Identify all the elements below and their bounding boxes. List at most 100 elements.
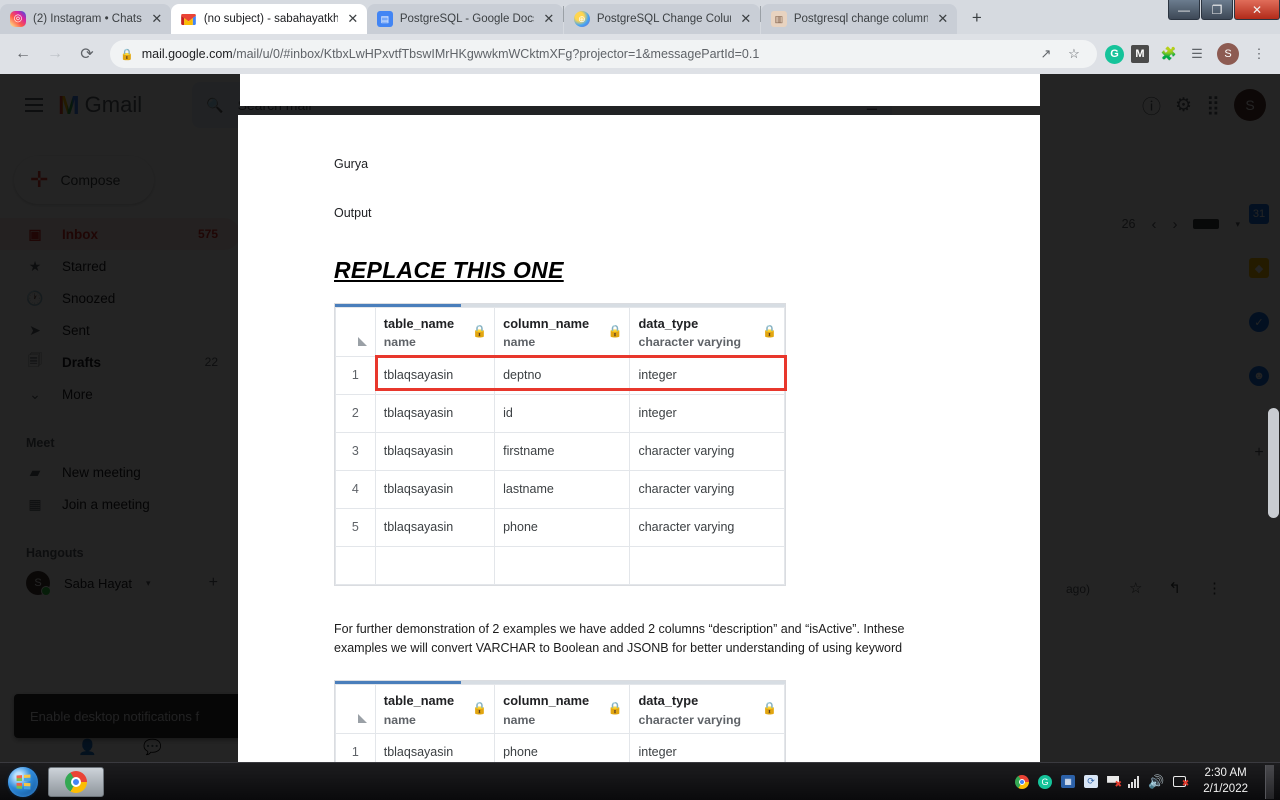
reload-icon[interactable]: ⟳ xyxy=(72,39,102,69)
battery-error-icon[interactable]: ✖ xyxy=(1173,776,1189,788)
browser-tab-google-docs[interactable]: ▤ PostgreSQL - Google Docs ✕ xyxy=(366,4,563,34)
column-header-data-type[interactable]: data_type character varying 🔒 xyxy=(629,684,785,734)
close-window-button[interactable]: ✕ xyxy=(1234,0,1280,20)
table-header-row: table_name name 🔒 column_name name 🔒 dat… xyxy=(335,684,785,734)
cell-table-name: tblaqsayasin xyxy=(374,393,496,433)
chrome-icon[interactable] xyxy=(1015,774,1030,789)
windows-taskbar: G ▦ ⟳ ✖ 🔊 ✖ 2:30 AM 2/1/2022 xyxy=(0,762,1280,800)
table-row[interactable]: 3 tblaqsayasin firstname character varyi… xyxy=(335,431,785,471)
result-grid-2: table_name name 🔒 column_name name 🔒 dat… xyxy=(334,680,786,762)
result-grid-1: table_name name 🔒 column_name name 🔒 dat… xyxy=(334,303,787,586)
column-header-type: name xyxy=(383,712,416,727)
column-header-data-type[interactable]: data_type character varying 🔒 xyxy=(629,307,785,357)
column-header-column-name[interactable]: column_name name 🔒 xyxy=(494,684,631,734)
row-number: 4 xyxy=(335,469,376,509)
close-icon[interactable]: ✕ xyxy=(541,11,557,27)
document-body: Gurya Output REPLACE THIS ONE table_name… xyxy=(238,115,1040,762)
avatar[interactable]: S xyxy=(1217,43,1239,65)
network-error-icon[interactable]: ✖ xyxy=(1107,775,1122,789)
browser-tab-instagram[interactable]: ◎ (2) Instagram • Chats ✕ xyxy=(0,4,171,34)
column-header-table-name[interactable]: table_name name 🔒 xyxy=(374,684,496,734)
doc-output-label: Output xyxy=(334,205,372,220)
row-number: 2 xyxy=(335,393,376,433)
cell-table-name: tblaqsayasin xyxy=(374,355,496,395)
clock-date: 2/1/2022 xyxy=(1203,782,1248,795)
cell-data-type: character varying xyxy=(629,431,785,471)
show-desktop-button[interactable] xyxy=(1265,764,1274,799)
reading-list-icon[interactable]: ☰ xyxy=(1184,41,1210,67)
chrome-icon xyxy=(65,770,87,793)
column-header-column-name[interactable]: column_name name 🔒 xyxy=(494,307,631,357)
tab-strip: ◎ (2) Instagram • Chats ✕ (no subject) -… xyxy=(0,0,1280,34)
restore-button[interactable]: ❐ xyxy=(1201,0,1233,20)
cell-data-type: integer xyxy=(629,355,785,395)
browser-tab-postgresql-change-column-2[interactable]: ▥ Postgresql change column ✕ xyxy=(760,4,957,34)
mailtrack-icon[interactable]: M xyxy=(1131,45,1149,63)
idm-icon[interactable]: ▦ xyxy=(1061,775,1076,788)
lock-icon: 🔒 xyxy=(472,701,488,716)
gmail-icon xyxy=(181,11,197,27)
page-scrollbar[interactable] xyxy=(1266,74,1280,762)
table-row[interactable]: 1 tblaqsayasin deptno integer xyxy=(335,355,785,395)
share-icon[interactable]: ↗ xyxy=(1033,41,1059,67)
puzzle-icon[interactable]: 🧩 xyxy=(1156,41,1182,67)
table-row[interactable]: 1 tblaqsayasin phone integer xyxy=(335,733,785,762)
cell-table-name: tblaqsayasin xyxy=(374,507,496,547)
volume-icon[interactable]: 🔊 xyxy=(1148,774,1164,790)
close-icon[interactable]: ✕ xyxy=(149,11,165,27)
browser-menu-icon[interactable]: ⋮ xyxy=(1246,41,1272,67)
cell-table-name: tblaqsayasin xyxy=(374,469,496,509)
cell-column-name: phone xyxy=(494,507,631,547)
lock-icon: 🔒 xyxy=(607,701,623,716)
cell-data-type: integer xyxy=(629,393,785,433)
globe-icon: ⊕ xyxy=(573,11,590,27)
column-header-type: character varying xyxy=(638,335,742,350)
web-page-viewport: M Gmail 🔍 Search mail ☰ ⓘ ⚙ ⣿ S xyxy=(0,74,1280,762)
browser-tab-title: PostgreSQL Change Colum xyxy=(596,13,731,25)
signal-icon[interactable] xyxy=(1128,775,1140,788)
lock-icon: 🔒 xyxy=(472,324,488,338)
browser-tab-title: Postgresql change column xyxy=(793,13,928,25)
window-controls: — ❐ ✕ xyxy=(1167,0,1280,22)
browser-tab-gmail[interactable]: (no subject) - sabahayatkha ✕ xyxy=(170,4,367,34)
instagram-icon: ◎ xyxy=(10,11,26,27)
windows-logo-icon xyxy=(8,766,38,797)
table-row[interactable]: 5 tblaqsayasin phone character varying xyxy=(335,507,785,547)
doc-paragraph: For further demonstration of 2 examples … xyxy=(334,621,905,655)
result-table-2: table_name name 🔒 column_name name 🔒 dat… xyxy=(335,684,785,762)
attachment-preview-header xyxy=(240,74,1040,106)
cell-column-name: lastname xyxy=(494,469,631,509)
cell-table-name: tblaqsayasin xyxy=(374,733,496,762)
grid-sort-corner[interactable] xyxy=(335,684,376,734)
back-icon[interactable]: ← xyxy=(8,39,38,69)
grid-sort-corner[interactable] xyxy=(335,307,376,357)
doc-heading: REPLACE THIS ONE xyxy=(334,256,564,283)
lock-icon: 🔒 xyxy=(607,324,623,338)
taskbar-item-chrome[interactable] xyxy=(48,766,104,797)
column-header-table-name[interactable]: table_name name 🔒 xyxy=(374,307,496,357)
cell-column-name: phone xyxy=(494,733,631,762)
cell-column-name: deptno xyxy=(494,355,631,395)
cell-column-name: id xyxy=(494,393,631,433)
close-icon[interactable]: ✕ xyxy=(935,11,951,27)
browser-tab-postgresql-change-column[interactable]: ⊕ PostgreSQL Change Colum ✕ xyxy=(563,4,760,34)
forward-icon[interactable]: → xyxy=(40,39,70,69)
close-icon[interactable]: ✕ xyxy=(345,11,361,27)
star-icon[interactable]: ☆ xyxy=(1061,41,1087,67)
taskbar-clock[interactable]: 2:30 AM 2/1/2022 xyxy=(1195,766,1256,797)
new-tab-button[interactable]: + xyxy=(963,4,991,32)
close-icon[interactable]: ✕ xyxy=(738,11,754,27)
update-icon[interactable]: ⟳ xyxy=(1084,775,1099,788)
grammarly-icon[interactable]: G xyxy=(1105,44,1124,64)
table-row[interactable]: 2 tblaqsayasin id integer xyxy=(335,393,785,433)
minimize-button[interactable]: — xyxy=(1168,0,1200,20)
attachment-preview-panel: Gurya Output REPLACE THIS ONE table_name… xyxy=(238,115,1040,762)
address-bar[interactable]: 🔒 mail.google.com/mail/u/0/#inbox/KtbxLw… xyxy=(110,40,1097,68)
grammarly-icon[interactable]: G xyxy=(1038,774,1053,789)
scrollbar-thumb[interactable] xyxy=(1268,408,1279,518)
google-docs-icon: ▤ xyxy=(376,11,393,27)
sort-corner-icon xyxy=(357,714,367,724)
start-button[interactable] xyxy=(4,765,42,799)
omnibox-actions: ↗ ☆ xyxy=(1033,41,1087,67)
table-row[interactable]: 4 tblaqsayasin lastname character varyin… xyxy=(335,469,785,509)
